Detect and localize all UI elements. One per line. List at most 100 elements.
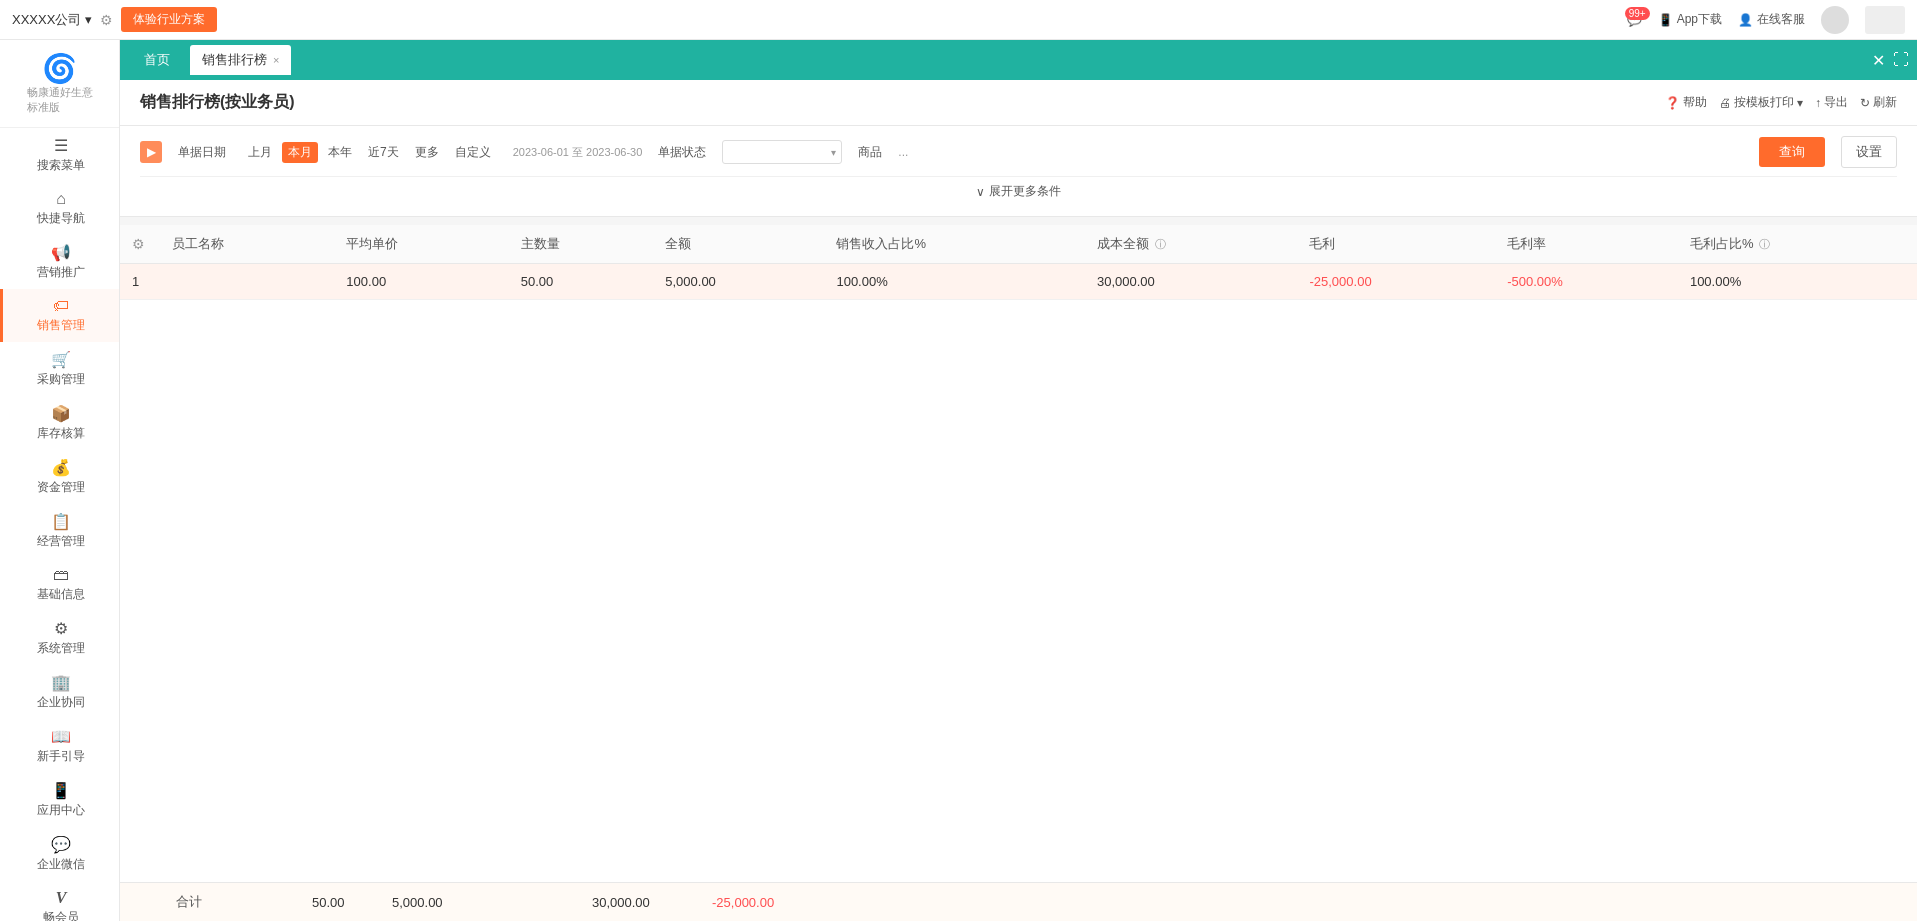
column-settings-icon[interactable]: ⚙: [132, 236, 145, 252]
user-name-display: [1865, 6, 1905, 34]
refresh-label: 刷新: [1873, 94, 1897, 111]
tab-home[interactable]: 首页: [128, 45, 186, 75]
main-area: 首页 销售排行榜 × ✕ ⛶ 销售排行榜(按业务员) ❓ 帮助: [120, 40, 1917, 921]
status-select[interactable]: [722, 140, 842, 164]
service-icon: 👤: [1738, 13, 1753, 27]
sidebar-item-operations[interactable]: 📋 经营管理: [0, 504, 119, 558]
quick-nav-icon: ⌂: [56, 190, 66, 208]
date-tab-this-month[interactable]: 本月: [282, 142, 318, 163]
operations-icon: 📋: [51, 512, 71, 531]
footer-total-label: 合计: [132, 893, 212, 911]
tab-window-close-icon[interactable]: ✕: [1872, 51, 1885, 70]
sidebar-item-guide[interactable]: 📖 新手引导: [0, 719, 119, 773]
sidebar-item-system[interactable]: ⚙ 系统管理: [0, 611, 119, 665]
company-dropdown-icon: ▾: [85, 12, 92, 27]
cell-cost: 30,000.00: [1085, 264, 1298, 300]
filter-expand-arrow[interactable]: ▶: [140, 141, 162, 163]
refresh-btn[interactable]: ↻ 刷新: [1860, 94, 1897, 111]
cell-employee: [160, 264, 334, 300]
sidebar: 🌀 畅康通好生意 标准版 ☰ 搜索菜单 ⌂ 快捷导航 📢 营销推广 🏷 销售管理…: [0, 40, 120, 921]
footer-quantity: 50.00: [312, 895, 392, 910]
content-area: 销售排行榜(按业务员) ❓ 帮助 🖨 按模板打印 ▾ ↑ 导出: [120, 80, 1917, 921]
sidebar-item-marketing[interactable]: 📢 营销推广: [0, 235, 119, 289]
col-employee-header: 员工名称: [160, 225, 334, 264]
app-download-link[interactable]: 📱 App下载: [1658, 11, 1722, 28]
help-link[interactable]: ❓ 帮助: [1665, 94, 1707, 111]
query-button[interactable]: 查询: [1759, 137, 1825, 167]
tab-close-icon[interactable]: ×: [273, 54, 279, 66]
logo-text: 畅康通好生意 标准版: [27, 85, 93, 115]
cell-rank: 1: [120, 264, 160, 300]
sidebar-item-inventory[interactable]: 📦 库存核算: [0, 396, 119, 450]
gross-pct-info-icon[interactable]: ⓘ: [1759, 238, 1770, 250]
help-label: 帮助: [1683, 94, 1707, 111]
sidebar-item-apps[interactable]: 📱 应用中心: [0, 773, 119, 827]
date-label: 单据日期: [178, 144, 226, 161]
logo-icon: 🌀: [42, 52, 77, 85]
settings-button[interactable]: 设置: [1841, 136, 1897, 168]
col-sales-pct-header: 销售收入占比%: [824, 225, 1085, 264]
company-selector[interactable]: XXXXX公司 ▾: [12, 11, 92, 29]
online-service-link[interactable]: 👤 在线客服: [1738, 11, 1805, 28]
expand-conditions-btn[interactable]: ∨ 展开更多条件: [976, 183, 1061, 200]
sidebar-label-purchase: 采购管理: [37, 371, 85, 388]
cell-amount: 5,000.00: [653, 264, 824, 300]
sidebar-logo: 🌀 畅康通好生意 标准版: [0, 40, 119, 128]
goods-more-link[interactable]: ...: [898, 145, 908, 159]
sidebar-item-base-info[interactable]: 🗃 基础信息: [0, 558, 119, 611]
sidebar-label-marketing: 营销推广: [37, 264, 85, 281]
refresh-icon: ↻: [1860, 96, 1870, 110]
sidebar-label-guide: 新手引导: [37, 748, 85, 765]
sidebar-item-search-order[interactable]: ☰ 搜索菜单: [0, 128, 119, 182]
sidebar-item-purchase[interactable]: 🛒 采购管理: [0, 342, 119, 396]
sidebar-item-sales[interactable]: 🏷 销售管理: [0, 289, 119, 342]
export-btn[interactable]: ↑ 导出: [1815, 94, 1848, 111]
col-amount-header: 全额: [653, 225, 824, 264]
date-tab-last-month[interactable]: 上月: [242, 142, 278, 163]
table-header: ⚙ 员工名称 平均单价 主数量: [120, 225, 1917, 264]
date-tab-7days[interactable]: 近7天: [362, 142, 405, 163]
goods-label: 商品: [858, 144, 882, 161]
date-tab-more[interactable]: 更多: [409, 142, 445, 163]
sidebar-label-inventory: 库存核算: [37, 425, 85, 442]
print-dropdown-icon: ▾: [1797, 96, 1803, 110]
footer-amount: 5,000.00: [392, 895, 492, 910]
message-icon[interactable]: 💬 99+: [1627, 13, 1642, 27]
trial-button[interactable]: 体验行业方案: [121, 7, 217, 32]
tab-bar: 首页 销售排行榜 × ✕ ⛶: [120, 40, 1917, 80]
system-icon: ⚙: [54, 619, 68, 638]
cell-quantity: 50.00: [509, 264, 654, 300]
header-settings-icon[interactable]: ⚙: [100, 12, 113, 28]
sidebar-item-enterprise[interactable]: 🏢 企业协同: [0, 665, 119, 719]
header-right: 💬 99+ 📱 App下载 👤 在线客服: [1627, 6, 1905, 34]
sidebar-item-finance[interactable]: 💰 资金管理: [0, 450, 119, 504]
date-tab-this-year[interactable]: 本年: [322, 142, 358, 163]
sidebar-item-member[interactable]: V 畅会员: [0, 881, 119, 921]
date-tab-custom[interactable]: 自定义: [449, 142, 497, 163]
sidebar-item-wechat[interactable]: 💬 企业微信: [0, 827, 119, 881]
message-badge: 99+: [1625, 7, 1650, 20]
user-avatar[interactable]: [1821, 6, 1849, 34]
col-gross-pct-header: 毛利占比% ⓘ: [1678, 225, 1917, 264]
sidebar-label-member: 畅会员: [43, 909, 79, 921]
export-icon: ↑: [1815, 96, 1821, 110]
template-print-btn[interactable]: 🖨 按模板打印 ▾: [1719, 94, 1803, 111]
app-download-label: App下载: [1677, 11, 1722, 28]
apps-icon: 📱: [51, 781, 71, 800]
tab-sales-ranking[interactable]: 销售排行榜 ×: [190, 45, 291, 75]
footer-cost: 30,000.00: [592, 895, 712, 910]
footer-sales-pct: [492, 895, 592, 910]
cost-info-icon[interactable]: ⓘ: [1155, 238, 1166, 250]
sidebar-item-quick-nav[interactable]: ⌂ 快捷导航: [0, 182, 119, 235]
sidebar-label-finance: 资金管理: [37, 479, 85, 496]
table-row: 1 100.00 50.00: [120, 264, 1917, 300]
date-range-display: 2023-06-01 至 2023-06-30: [513, 145, 643, 160]
enterprise-icon: 🏢: [51, 673, 71, 692]
tab-expand-icon[interactable]: ⛶: [1893, 51, 1909, 70]
header-row: ⚙ 员工名称 平均单价 主数量: [120, 225, 1917, 264]
sidebar-label-apps: 应用中心: [37, 802, 85, 819]
cell-avg-price: 100.00: [334, 264, 508, 300]
sidebar-label-system: 系统管理: [37, 640, 85, 657]
help-icon: ❓: [1665, 96, 1680, 110]
purchase-icon: 🛒: [51, 350, 71, 369]
